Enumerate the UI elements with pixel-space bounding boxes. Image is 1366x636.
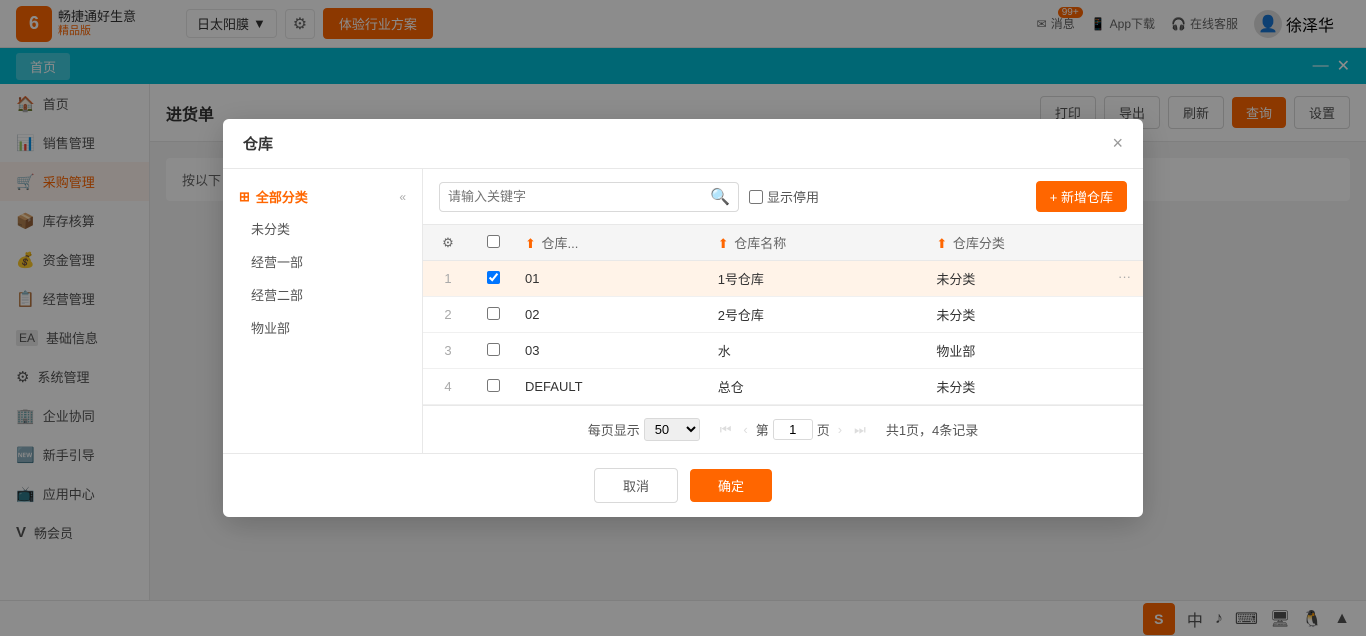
data-panel: 🔍 显示停用 + 新增仓库 ⚙ <box>423 169 1143 453</box>
modal-body: ⊞ 全部分类 « 未分类 经营一部 经营二部 物业部 🔍 <box>223 169 1143 453</box>
last-page-button[interactable]: ⏭ <box>850 420 870 440</box>
warehouse-table: ⚙ ⬆ 仓库... ⬆ <box>423 225 1143 405</box>
page-navigation: ⏮ ‹ 第 页 › ⏭ <box>716 419 870 440</box>
row-checkbox[interactable] <box>487 379 500 392</box>
row-num-cell: 3 <box>423 333 473 369</box>
select-all-checkbox[interactable] <box>487 235 500 248</box>
col-header-check <box>473 225 513 261</box>
per-page-label: 每页显示 <box>588 420 640 439</box>
pagination: 每页显示 50 100 200 ⏮ ‹ 第 页 › <box>423 405 1143 453</box>
row-category: 物业部 <box>924 333 1143 369</box>
row-name: 1号仓库 <box>706 261 925 297</box>
row-category: 未分类 ··· <box>924 261 1143 297</box>
search-icon: 🔍 <box>710 187 730 207</box>
table-row[interactable]: 3 03 水 物业部 <box>423 333 1143 369</box>
all-categories-text: 全部分类 <box>256 187 308 206</box>
category-all-label: ⊞ 全部分类 <box>239 187 308 206</box>
row-code: DEFAULT <box>513 369 706 405</box>
row-code: 01 <box>513 261 706 297</box>
search-input[interactable] <box>448 189 710 204</box>
confirm-button[interactable]: 确定 <box>690 469 772 502</box>
row-checkbox-cell <box>473 333 513 369</box>
table-row[interactable]: 4 DEFAULT 总仓 未分类 <box>423 369 1143 405</box>
grid-icon: ⊞ <box>239 189 250 205</box>
cancel-button[interactable]: 取消 <box>594 468 678 503</box>
row-name: 水 <box>706 333 925 369</box>
row-name: 2号仓库 <box>706 297 925 333</box>
row-category: 未分类 <box>924 297 1143 333</box>
row-code: 02 <box>513 297 706 333</box>
col-header-name: ⬆ 仓库名称 <box>706 225 925 261</box>
modal-overlay: 仓库 × ⊞ 全部分类 « 未分类 经营一部 经营二部 物业部 <box>0 0 1366 636</box>
row-category: 未分类 <box>924 369 1143 405</box>
page-unit: 页 <box>817 420 830 439</box>
category-item-none[interactable]: 未分类 <box>223 212 422 245</box>
show-disabled-checkbox[interactable]: 显示停用 <box>749 187 819 206</box>
row-checkbox[interactable] <box>487 343 500 356</box>
modal-title: 仓库 <box>243 133 273 154</box>
page-input[interactable] <box>773 419 813 440</box>
category-item-op2[interactable]: 经营二部 <box>223 278 422 311</box>
category-item-property[interactable]: 物业部 <box>223 311 422 344</box>
col-header-code: ⬆ 仓库... <box>513 225 706 261</box>
row-num-cell: 4 <box>423 369 473 405</box>
category-all-header[interactable]: ⊞ 全部分类 « <box>223 181 422 212</box>
data-toolbar: 🔍 显示停用 + 新增仓库 <box>423 169 1143 225</box>
search-box: 🔍 <box>439 182 739 212</box>
modal-close-button[interactable]: × <box>1112 133 1123 154</box>
collapse-icon[interactable]: « <box>399 190 406 204</box>
row-more-btn[interactable]: ··· <box>1118 269 1131 284</box>
row-checkbox[interactable] <box>487 271 500 284</box>
row-num-cell: 1 <box>423 261 473 297</box>
row-checkbox-cell <box>473 261 513 297</box>
sort-icon-code: ⬆ <box>525 236 536 251</box>
sort-icon-category: ⬆ <box>936 236 947 251</box>
row-checkbox-cell <box>473 369 513 405</box>
table-row[interactable]: 2 02 2号仓库 未分类 <box>423 297 1143 333</box>
next-page-button[interactable]: › <box>834 420 846 439</box>
row-checkbox[interactable] <box>487 307 500 320</box>
page-size-selector: 每页显示 50 100 200 <box>588 418 700 441</box>
modal-footer: 取消 确定 <box>223 453 1143 517</box>
disabled-checkbox[interactable] <box>749 190 763 204</box>
category-panel: ⊞ 全部分类 « 未分类 经营一部 经营二部 物业部 <box>223 169 423 453</box>
data-table: ⚙ ⬆ 仓库... ⬆ <box>423 225 1143 405</box>
row-name: 总仓 <box>706 369 925 405</box>
sort-icon-name: ⬆ <box>718 236 729 251</box>
show-disabled-label: 显示停用 <box>767 187 819 206</box>
col-header-category: ⬆ 仓库分类 <box>924 225 1143 261</box>
warehouse-modal: 仓库 × ⊞ 全部分类 « 未分类 经营一部 经营二部 物业部 <box>223 119 1143 517</box>
row-code: 03 <box>513 333 706 369</box>
page-label: 第 <box>756 420 769 439</box>
category-item-op1[interactable]: 经营一部 <box>223 245 422 278</box>
modal-header: 仓库 × <box>223 119 1143 169</box>
first-page-button[interactable]: ⏮ <box>716 420 736 440</box>
table-row[interactable]: 1 01 1号仓库 未分类 ··· <box>423 261 1143 297</box>
total-label: 共1页，4条记录 <box>886 420 978 439</box>
prev-page-button[interactable]: ‹ <box>739 420 751 439</box>
gear-col-icon: ⚙ <box>442 235 454 250</box>
page-size-select[interactable]: 50 100 200 <box>644 418 700 441</box>
col-header-gear: ⚙ <box>423 225 473 261</box>
add-warehouse-button[interactable]: + 新增仓库 <box>1036 181 1127 212</box>
row-checkbox-cell <box>473 297 513 333</box>
row-num-cell: 2 <box>423 297 473 333</box>
